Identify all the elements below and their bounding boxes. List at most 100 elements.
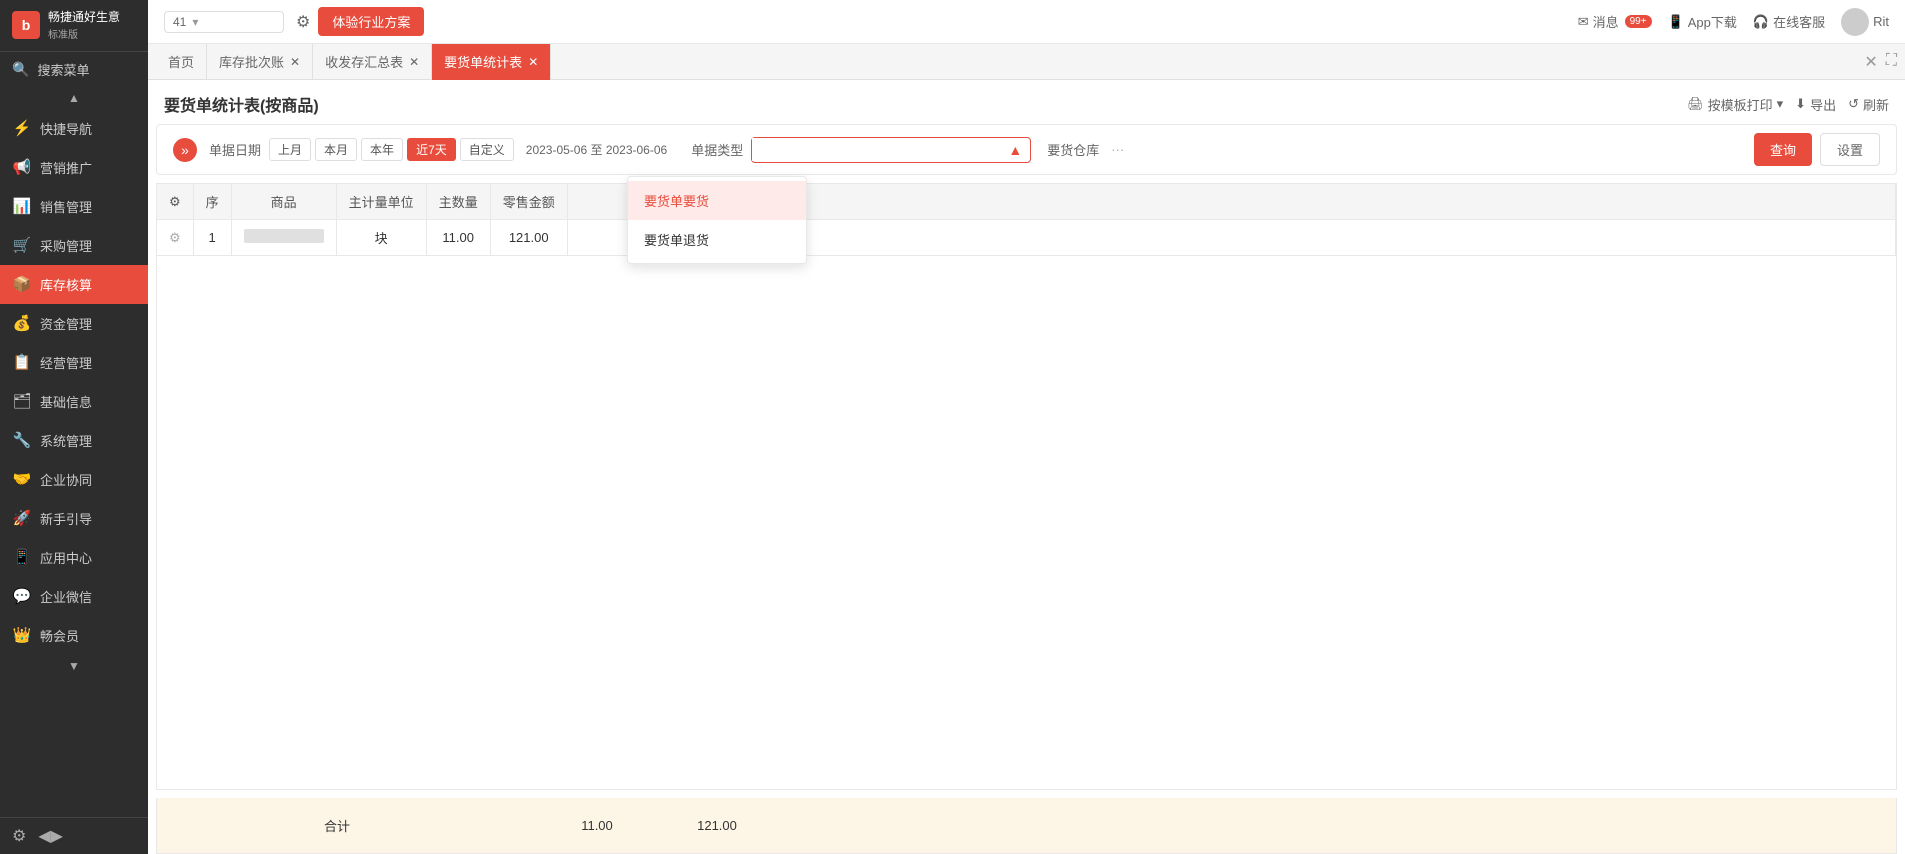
row-amount: 121.00 [490,220,567,256]
sidebar-bottom: ⚙ ◀▶ [0,817,148,854]
row-unit: 块 [336,220,426,256]
topbar-store-dropdown[interactable]: 41 ▾ [164,11,284,33]
footer-amount: 121.00 [657,810,777,841]
sidebar-item-label: 营销推广 [40,158,92,177]
filter-type-input[interactable] [752,138,1000,161]
tab-receive-summary-close[interactable]: ✕ [409,55,419,69]
logo-sub: 标准版 [48,26,120,41]
dropdown-item-order-return[interactable]: 要货单退货 [628,220,806,259]
col-gear[interactable]: ⚙ [157,184,193,220]
col-num: 序 [193,184,231,220]
sidebar-item-enterprise[interactable]: 🤝 企业协同 [0,460,148,499]
sidebar-item-operation[interactable]: 📋 经营管理 [0,343,148,382]
purchase-icon: 🛒 [12,236,32,254]
sidebar-item-label: 新手引导 [40,509,92,528]
window-expand-btn[interactable]: ⛶ [1886,52,1897,72]
filter-date-week7[interactable]: 近7天 [407,138,456,161]
apps-icon: 📱 [12,548,32,566]
sidebar-item-finance[interactable]: 💰 资金管理 [0,304,148,343]
export-action[interactable]: ⬇ 导出 [1795,95,1836,114]
page-header: 要货单统计表(按商品) 🖨 按模板打印 ▾ ⬇ 导出 ↺ 刷新 [148,80,1905,124]
tab-receive-summary[interactable]: 收发存汇总表 ✕ [313,44,432,80]
tab-home[interactable]: 首页 [156,44,207,80]
tab-batch-account-close[interactable]: ✕ [290,55,300,69]
dropdown-item-order-purchase[interactable]: 要货单要货 [628,181,806,220]
sidebar-item-purchase[interactable]: 🛒 采购管理 [0,226,148,265]
operation-icon: 📋 [12,353,32,371]
refresh-action[interactable]: ↺ 刷新 [1848,95,1889,114]
sidebar-item-label: 系统管理 [40,431,92,450]
filter-type-input-wrap: ▲ [751,137,1031,163]
sidebar-item-basic[interactable]: 🗂 基础信息 [0,382,148,421]
messages-badge: 99+ [1625,15,1652,28]
sidebar-item-label: 应用中心 [40,548,92,567]
sidebar-item-guide[interactable]: 🚀 新手引导 [0,499,148,538]
finance-icon: 💰 [12,314,32,332]
print-icon: 🖨 [1687,96,1704,112]
filter-date-prev[interactable]: 上月 [269,138,311,161]
tab-order-summary[interactable]: 要货单统计表 ✕ [432,44,551,80]
data-table: ⚙ 序 商品 主计量单位 主数量 零售金额 ⚙ 1 [157,184,1896,256]
settings-icon[interactable]: ⚙ [12,826,26,846]
tab-order-summary-close[interactable]: ✕ [528,55,538,69]
sidebar-search[interactable]: 🔍 搜索菜单 [0,52,148,87]
topbar-left: 41 ▾ ⚙ 体验行业方案 [164,7,1578,36]
sidebar-item-system[interactable]: 🔧 系统管理 [0,421,148,460]
footer-num-cell [207,818,257,834]
filter-warehouse-dots[interactable]: ··· [1111,142,1124,157]
window-close-btn[interactable]: ✕ [1864,52,1877,72]
col-qty: 主数量 [426,184,490,220]
sidebar-item-marketing[interactable]: 📢 营销推广 [0,148,148,187]
page-content: 要货单统计表(按商品) 🖨 按模板打印 ▾ ⬇ 导出 ↺ 刷新 » [148,80,1905,854]
user-avatar [1841,8,1869,36]
online-service-item[interactable]: 🎧 在线客服 [1753,12,1825,31]
sidebar-item-label: 库存核算 [40,275,92,294]
trial-btn[interactable]: 体验行业方案 [318,7,424,36]
basic-icon: 🗂 [12,392,32,410]
query-btn[interactable]: 查询 [1754,133,1812,166]
sidebar-item-wechat[interactable]: 💬 企业微信 [0,577,148,616]
wechat-icon: 💬 [12,587,32,605]
sidebar-item-member[interactable]: 👑 畅会员 [0,616,148,655]
topbar-gear-icon[interactable]: ⚙ [296,12,310,32]
filter-date-btns: 上月 本月 本年 近7天 自定义 [269,138,514,161]
filter-expand-btn[interactable]: » [173,138,197,162]
row-gear[interactable]: ⚙ [157,220,193,256]
sidebar-item-quick-nav[interactable]: ⚡ 快捷导航 [0,109,148,148]
settings-btn[interactable]: 设置 [1820,133,1880,166]
footer-gear-cell [157,818,207,834]
page-header-actions: 🖨 按模板打印 ▾ ⬇ 导出 ↺ 刷新 [1687,95,1889,114]
sidebar-item-label: 基础信息 [40,392,92,411]
sidebar-item-apps[interactable]: 📱 应用中心 [0,538,148,577]
main-area: 41 ▾ ⚙ 体验行业方案 ✉ 消息 99+ 📱 App下载 🎧 在线客服 R [148,0,1905,854]
topbar-dropdown-value: 41 [173,15,186,29]
logo-name: 畅捷通好生意 [48,10,120,26]
filter-date-curr[interactable]: 本月 [315,138,357,161]
filter-type-arrow-icon[interactable]: ▲ [1000,138,1030,162]
sidebar-item-inventory[interactable]: 📦 库存核算 [0,265,148,304]
footer-qty: 11.00 [537,810,657,841]
online-service-label: 在线客服 [1773,12,1825,31]
tab-batch-account[interactable]: 库存批次账 ✕ [207,44,313,80]
app-download-item[interactable]: 📱 App下载 [1668,12,1737,31]
filter-type-group: 单据类型 ▲ [691,137,1031,163]
filter-date-custom[interactable]: 自定义 [460,138,514,161]
sidebar-item-label: 经营管理 [40,353,92,372]
collapse-icon[interactable]: ◀▶ [38,826,63,846]
messages-icon: ✉ [1578,14,1589,30]
tab-receive-summary-label: 收发存汇总表 [325,52,403,71]
sidebar-scroll-up[interactable]: ▲ [0,87,148,109]
footer-label-cell: 合计 [257,808,417,843]
print-template-action[interactable]: 🖨 按模板打印 ▾ [1687,95,1783,114]
tabs-bar: 首页 库存批次账 ✕ 收发存汇总表 ✕ 要货单统计表 ✕ ✕ ⛶ [148,44,1905,80]
table-header-row: ⚙ 序 商品 主计量单位 主数量 零售金额 [157,184,1896,220]
sidebar-scroll-down[interactable]: ▼ [0,655,148,677]
enterprise-icon: 🤝 [12,470,32,488]
sidebar-item-label: 企业协同 [40,470,92,489]
sidebar-item-sales[interactable]: 📊 销售管理 [0,187,148,226]
filter-date-year[interactable]: 本年 [361,138,403,161]
data-table-container: ⚙ 序 商品 主计量单位 主数量 零售金额 ⚙ 1 [156,183,1897,790]
messages-item[interactable]: ✉ 消息 99+ [1578,12,1652,31]
user-item[interactable]: Rit [1841,8,1889,36]
export-icon: ⬇ [1795,96,1806,112]
